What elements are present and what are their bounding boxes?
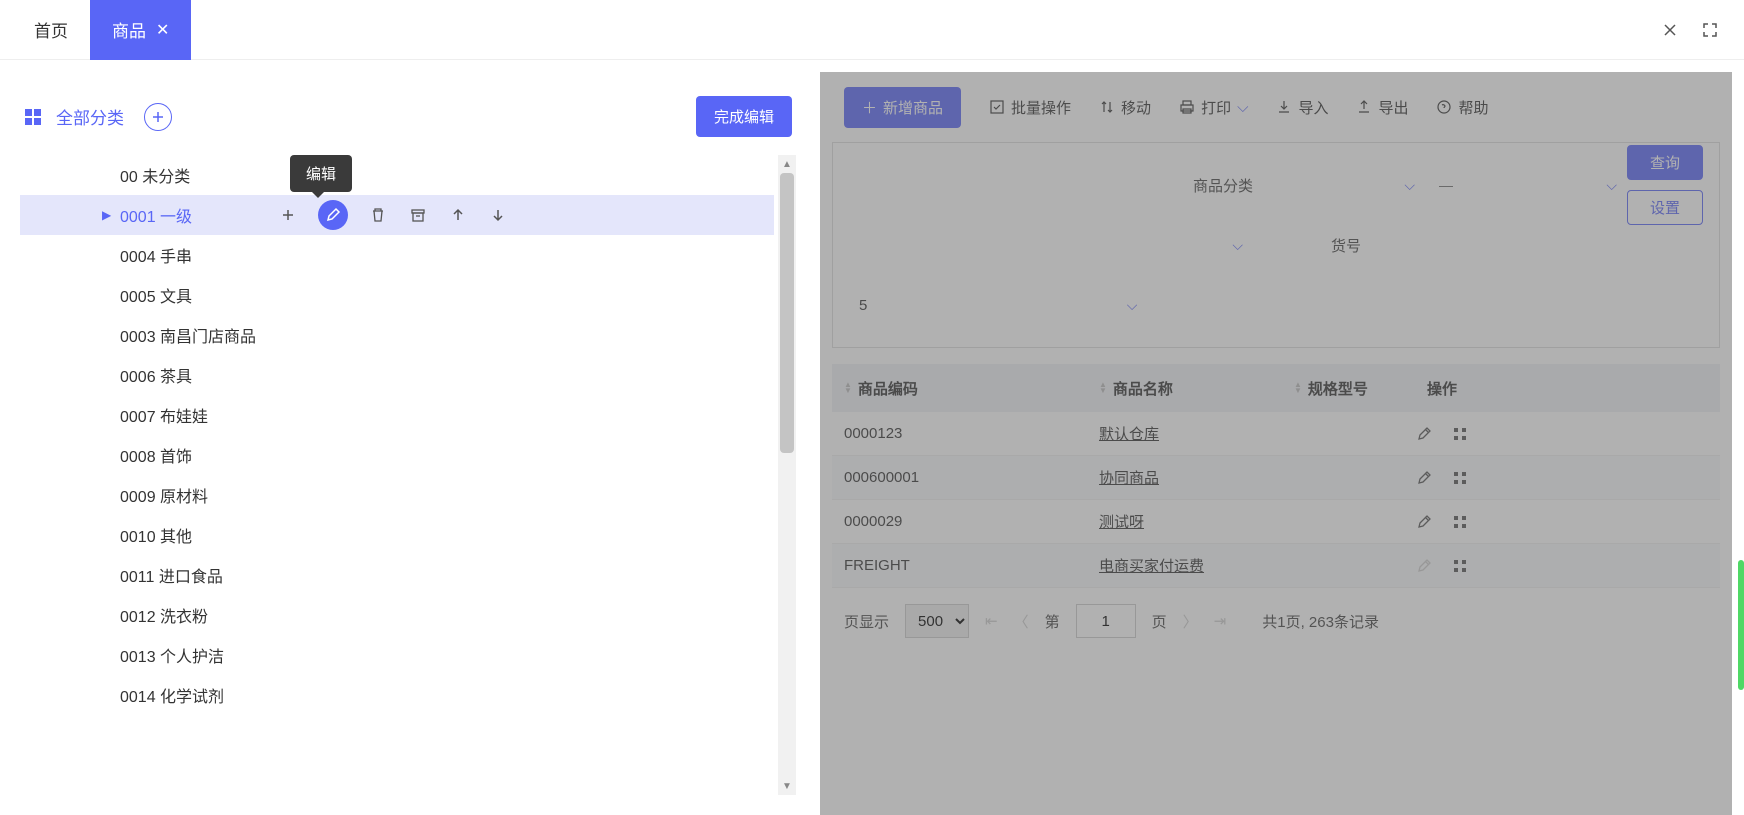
scroll-down-icon[interactable]: ▼ (778, 777, 796, 795)
caret-icon[interactable]: ▶ (102, 208, 111, 222)
close-all-icon[interactable] (1656, 16, 1684, 44)
main-panel: ＋ 新增商品 批量操作 移动 打印 ⌵ 导入 (820, 72, 1732, 815)
tree-item-label: 0006 茶具 (120, 363, 192, 387)
tree-item-label: 0004 手串 (120, 243, 192, 267)
tree-item-label: 0007 布娃娃 (120, 403, 208, 427)
add-icon[interactable] (278, 205, 298, 225)
tree-item[interactable]: 0014 化学试剂 (20, 675, 774, 715)
edit-tooltip: 编辑 (290, 155, 352, 192)
tree-item-label: 0010 其他 (120, 523, 192, 547)
tab-home[interactable]: 首页 (12, 0, 90, 60)
green-indicator (1738, 560, 1744, 690)
tree-item[interactable]: 0010 其他 (20, 515, 774, 555)
tree-item[interactable]: 0013 个人护洁 (20, 635, 774, 675)
tree-item-label: 0005 文具 (120, 283, 192, 307)
tabs-bar: 首页 商品 ✕ (0, 0, 1744, 60)
tree-item[interactable]: 0003 南昌门店商品 (20, 315, 774, 355)
archive-icon[interactable] (408, 205, 428, 225)
tab-product[interactable]: 商品 ✕ (90, 0, 191, 60)
tree-item[interactable]: 0004 手串 (20, 235, 774, 275)
tree-item[interactable]: 0005 文具 (20, 275, 774, 315)
move-down-icon[interactable] (488, 205, 508, 225)
tree-item-label: 0003 南昌门店商品 (120, 323, 256, 347)
tree-item[interactable]: 0012 洗衣粉 (20, 595, 774, 635)
tree-item[interactable]: ▶0001 一级编辑 (20, 195, 774, 235)
scroll-thumb[interactable] (780, 173, 794, 453)
dim-overlay (820, 72, 1732, 815)
tree-item[interactable]: 0006 茶具 (20, 355, 774, 395)
category-panel: 全部分类 完成编辑 00 未分类 ▶ 0001 一级 编辑 0004 手串 0005 文具… (8, 72, 808, 815)
tree-item[interactable]: 0009 原材料 (20, 475, 774, 515)
move-up-icon[interactable] (448, 205, 468, 225)
tree-item-label: 0011 进口食品 (120, 563, 223, 587)
done-edit-button[interactable]: 完成编辑 (696, 96, 792, 137)
tree-item-label: 0012 洗衣粉 (120, 603, 208, 627)
tab-product-label: 商品 (112, 17, 146, 42)
tree-item-label: 0001 一级 (120, 203, 192, 227)
tree-item[interactable]: 0008 首饰 (20, 435, 774, 475)
fullscreen-icon[interactable] (1696, 16, 1724, 44)
tree-item-label: 0008 首饰 (120, 443, 192, 467)
scrollbar[interactable]: ▲ ▼ (778, 155, 796, 795)
scroll-up-icon[interactable]: ▲ (778, 155, 796, 173)
panel-title[interactable]: 全部分类 (56, 104, 124, 129)
tree-item-label: 0014 化学试剂 (120, 683, 224, 707)
tree-item[interactable]: 0011 进口食品 (20, 555, 774, 595)
edit-icon[interactable] (318, 200, 348, 230)
tree-item[interactable]: 00 未分类 (20, 155, 774, 195)
grid-icon (24, 108, 42, 126)
tree-item[interactable]: 0007 布娃娃 (20, 395, 774, 435)
tree-item-label: 0013 个人护洁 (120, 643, 224, 667)
close-icon[interactable]: ✕ (156, 20, 169, 40)
tree-item-label: 0009 原材料 (120, 483, 208, 507)
add-category-button[interactable] (144, 103, 172, 131)
tree-item-label: 00 未分类 (120, 163, 190, 187)
delete-icon[interactable] (368, 205, 388, 225)
